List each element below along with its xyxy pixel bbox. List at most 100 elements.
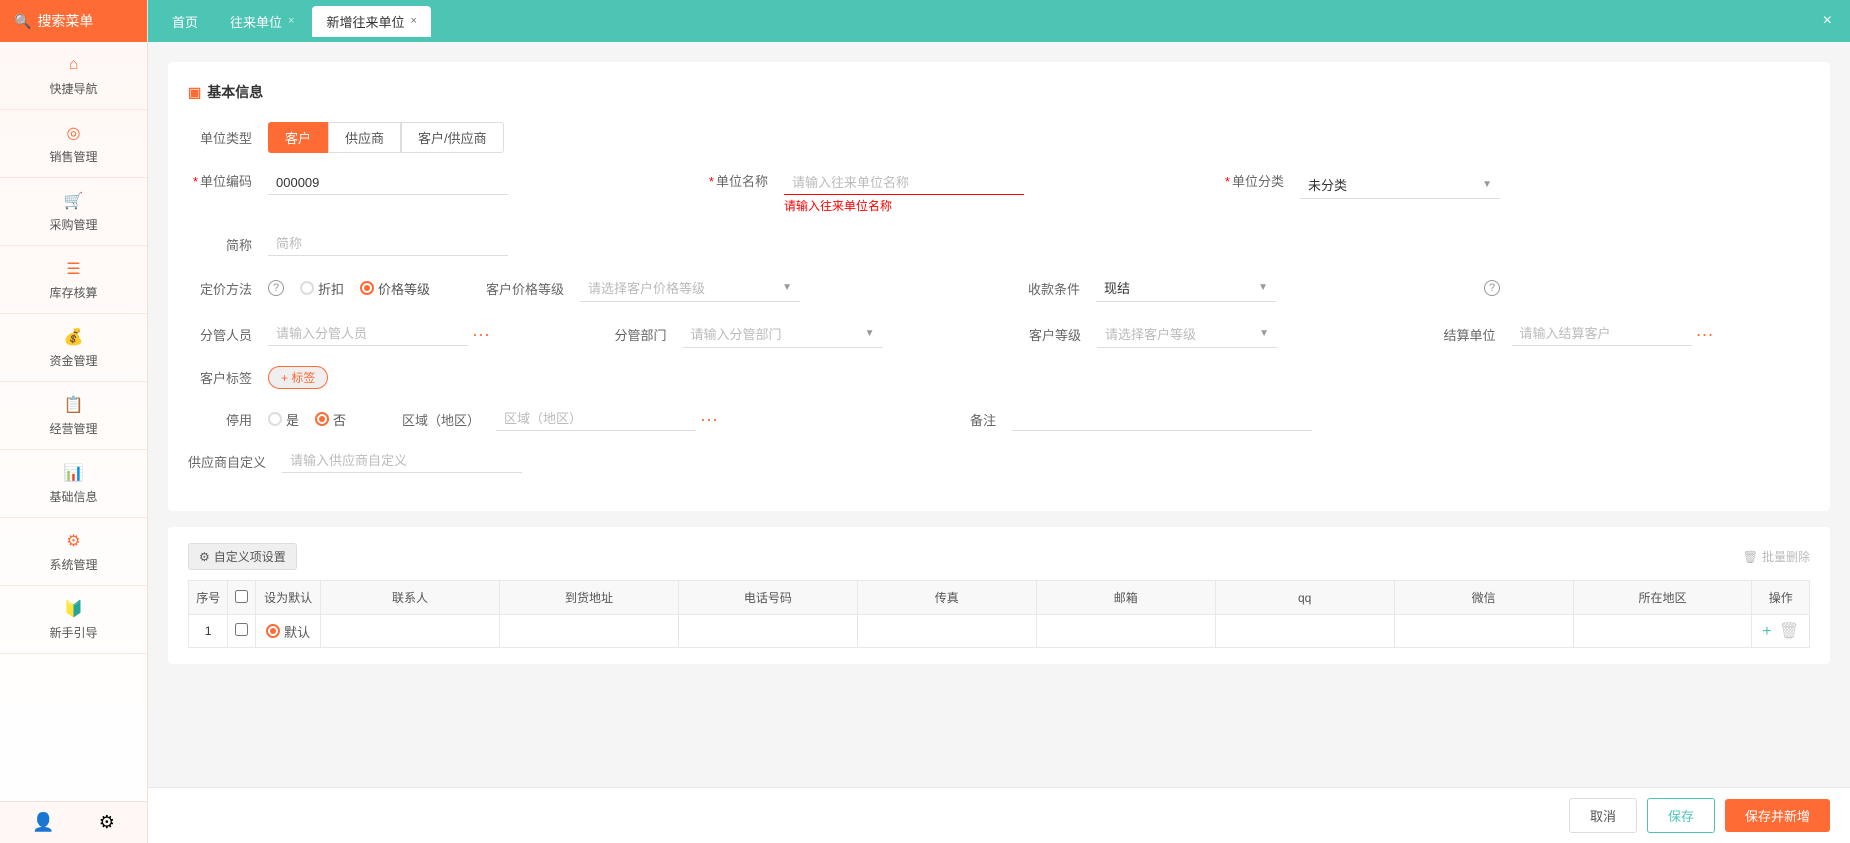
cancel-button[interactable]: 取消 [1569, 798, 1637, 833]
unit-type-label: 单位类型 [188, 128, 260, 147]
unit-code-name-row: 单位编码 单位名称 请输入往来单位名称 单位分类 未分类 ▼ [188, 171, 1810, 214]
unit-category-select[interactable]: 未分类 ▼ [1300, 171, 1500, 199]
fax-input[interactable] [864, 624, 1030, 638]
sidebar-item-quick-nav[interactable]: ⌂ 快捷导航 [0, 42, 147, 110]
department-select[interactable]: 请输入分管部门 ▼ [683, 320, 883, 348]
payment-terms-value: 现结 [1104, 278, 1130, 297]
unit-category-group: 未分类 ▼ [1300, 171, 1680, 199]
customer-level-select[interactable]: 请选择客户等级 ▼ [1097, 320, 1277, 348]
custom-settings-button[interactable]: ⚙ 自定义项设置 [188, 543, 297, 570]
tab-home-label: 首页 [172, 12, 198, 31]
tab-partner-list-close[interactable]: × [288, 15, 294, 27]
default-radio-item[interactable]: 默认 [262, 622, 314, 641]
default-radio[interactable] [266, 624, 280, 638]
settlement-unit-input[interactable] [1512, 322, 1692, 346]
pricing-level-radio[interactable] [360, 281, 374, 295]
disabled-yes-radio[interactable] [268, 412, 282, 426]
batch-delete-button[interactable]: 🗑 批量删除 [1743, 548, 1810, 565]
settlement-unit-more-btn[interactable]: ··· [1692, 324, 1718, 345]
pricing-discount-radio[interactable] [300, 281, 314, 295]
payment-terms-help-icon[interactable]: ? [1484, 280, 1500, 296]
save-button[interactable]: 保存 [1647, 798, 1715, 833]
unit-type-both-btn[interactable]: 客户/供应商 [401, 122, 504, 153]
note-input[interactable] [1012, 407, 1312, 431]
department-group: 请输入分管部门 ▼ [683, 320, 982, 348]
pricing-row: 定价方法 ? 折扣 价格等级 客户价格等级 请选择客户价格 [188, 274, 1810, 302]
row-checkbox[interactable] [235, 623, 248, 636]
select-all-checkbox[interactable] [235, 590, 248, 603]
sidebar-item-purchase[interactable]: 🛒 采购管理 [0, 178, 147, 246]
sidebar-item-operations[interactable]: 📋 经营管理 [0, 382, 147, 450]
default-label: 默认 [284, 622, 310, 641]
col-fax: 传真 [857, 581, 1036, 615]
col-region: 所在地区 [1573, 581, 1752, 615]
tab-new-partner[interactable]: 新增往来单位 × [312, 6, 430, 37]
address-input[interactable] [506, 624, 672, 638]
col-email: 邮箱 [1036, 581, 1215, 615]
col-check [228, 581, 256, 615]
phone-input[interactable] [685, 624, 851, 638]
unit-name-input[interactable] [784, 171, 1024, 195]
tab-partner-list[interactable]: 往来单位 × [216, 6, 308, 37]
pricing-level-option[interactable]: 价格等级 [360, 279, 430, 298]
region-input[interactable] [496, 407, 696, 431]
sidebar-item-label: 基础信息 [49, 488, 97, 505]
row-add-btn[interactable]: + [1760, 623, 1773, 640]
sidebar-item-sales[interactable]: ◎ 销售管理 [0, 110, 147, 178]
sidebar-item-finance[interactable]: 💰 资金管理 [0, 314, 147, 382]
system-icon: ⚙ [63, 530, 85, 552]
cell-wechat [1394, 615, 1573, 648]
tab-new-partner-close[interactable]: × [410, 15, 416, 27]
short-name-input[interactable] [268, 232, 508, 256]
unit-type-supplier-btn[interactable]: 供应商 [328, 122, 401, 153]
supplier-custom-group [282, 449, 662, 473]
unit-category-arrow: ▼ [1482, 179, 1492, 190]
cell-region [1573, 615, 1752, 648]
cell-check [228, 615, 256, 648]
supplier-custom-input[interactable] [282, 449, 522, 473]
sidebar-item-basic[interactable]: 📊 基础信息 [0, 450, 147, 518]
search-menu[interactable]: 🔍 搜索菜单 [0, 0, 147, 42]
pricing-help-icon[interactable]: ? [268, 280, 284, 296]
pricing-discount-option[interactable]: 折扣 [300, 279, 344, 298]
user-icon[interactable]: 👤 [32, 812, 54, 833]
wechat-input[interactable] [1401, 624, 1567, 638]
tabbar: 首页 往来单位 × 新增往来单位 × × [148, 0, 1850, 42]
table-toolbar: ⚙ 自定义项设置 🗑 批量删除 [188, 543, 1810, 570]
sidebar-item-label: 采购管理 [49, 216, 97, 233]
manager-more-btn[interactable]: ··· [468, 324, 494, 345]
disabled-no-option[interactable]: 否 [315, 410, 346, 429]
manager-input[interactable] [268, 322, 468, 346]
unit-type-row: 单位类型 客户 供应商 客户/供应商 [188, 122, 1810, 153]
disabled-no-radio[interactable] [315, 412, 329, 426]
sidebar-item-guide[interactable]: 🔰 新手引导 [0, 586, 147, 654]
unit-type-customer-btn[interactable]: 客户 [268, 122, 328, 153]
save-new-button[interactable]: 保存并新增 [1725, 799, 1830, 832]
customer-price-level-select[interactable]: 请选择客户价格等级 ▼ [580, 274, 800, 302]
disabled-yes-option[interactable]: 是 [268, 410, 299, 429]
unit-name-error: 请输入往来单位名称 [784, 197, 892, 214]
customer-price-level-group: 请选择客户价格等级 ▼ [580, 274, 960, 302]
disabled-no-label: 否 [333, 410, 346, 429]
finance-icon: 💰 [63, 326, 85, 348]
sidebar-item-system[interactable]: ⚙ 系统管理 [0, 518, 147, 586]
customer-level-label: 客户等级 [1017, 325, 1089, 344]
qq-input[interactable] [1222, 624, 1388, 638]
note-group [1012, 407, 1392, 431]
payment-terms-select[interactable]: 现结 ▼ [1096, 274, 1276, 302]
tab-home[interactable]: 首页 [158, 6, 212, 37]
tabbar-close-button[interactable]: × [1815, 8, 1840, 34]
region-more-btn[interactable]: ··· [696, 409, 722, 430]
section-title-text: 基本信息 [207, 82, 263, 102]
unit-code-input[interactable] [268, 171, 508, 195]
email-input[interactable] [1043, 624, 1209, 638]
guide-icon: 🔰 [63, 598, 85, 620]
sidebar-item-inventory[interactable]: ☰ 库存核算 [0, 246, 147, 314]
row-delete-btn[interactable]: 🗑 [1777, 623, 1801, 640]
add-tag-button[interactable]: + 标签 [268, 366, 328, 389]
customer-level-placeholder: 请选择客户等级 [1105, 324, 1196, 343]
region-table-input[interactable] [1580, 624, 1746, 638]
home-icon: ⌂ [63, 54, 85, 76]
settings-icon[interactable]: ⚙ [99, 812, 115, 833]
contact-input[interactable] [327, 624, 493, 638]
